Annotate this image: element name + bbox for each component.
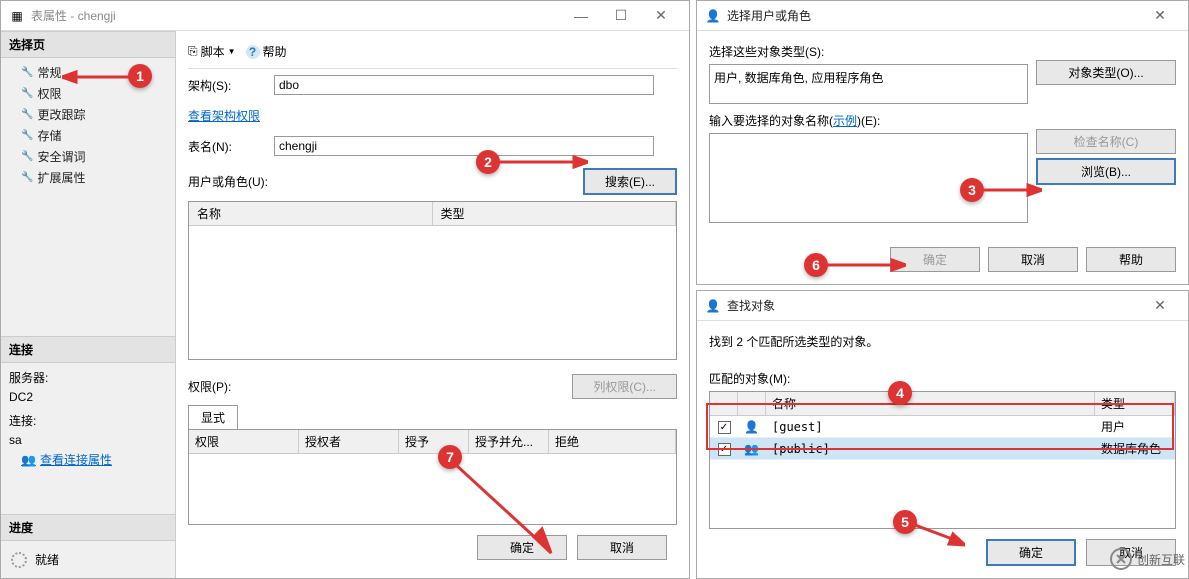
- wrench-icon: 🔧: [21, 88, 33, 99]
- sidebar: 选择页 🔧常规 🔧权限 🔧更改跟踪 🔧存储 🔧安全谓词 🔧扩展属性 连接 服务器…: [1, 31, 176, 578]
- object-type-button[interactable]: 对象类型(O)...: [1036, 60, 1176, 85]
- script-dropdown[interactable]: ⎘ 脚本 ▼: [188, 43, 236, 60]
- maximize-button[interactable]: ☐: [601, 2, 641, 30]
- ready-label: 就绪: [35, 551, 59, 568]
- logo-icon: [1109, 547, 1133, 571]
- connection-header: 连接: [1, 336, 175, 363]
- object-type-label: 选择这些对象类型(S):: [709, 43, 1176, 60]
- view-schema-permissions-link[interactable]: 查看架构权限: [188, 107, 260, 124]
- wrench-icon: 🔧: [21, 67, 33, 78]
- cancel-button[interactable]: 取消: [577, 535, 667, 560]
- progress-header: 进度: [1, 514, 175, 541]
- object-name-textarea[interactable]: [709, 133, 1028, 223]
- people-icon: 👥: [21, 453, 36, 467]
- table-icon: ▦: [9, 8, 25, 24]
- window-body: 选择页 🔧常规 🔧权限 🔧更改跟踪 🔧存储 🔧安全谓词 🔧扩展属性 连接 服务器…: [1, 31, 689, 578]
- schema-label: 架构(S):: [188, 77, 268, 94]
- sidebar-item-security-predicate[interactable]: 🔧安全谓词: [1, 146, 175, 167]
- window-title: 查找对象: [727, 297, 1140, 314]
- object-type-textarea: [709, 64, 1028, 104]
- col-deny: 拒绝: [549, 430, 676, 453]
- example-link[interactable]: 示例: [833, 114, 857, 128]
- titlebar: ▦ 表属性 - chengji — ☐ ✕: [1, 1, 689, 31]
- watermark-logo: 创新互联: [1109, 547, 1185, 571]
- sidebar-item-extended-props[interactable]: 🔧扩展属性: [1, 167, 175, 188]
- find-icon: 👤: [705, 298, 721, 314]
- window-title: 选择用户或角色: [727, 7, 1140, 24]
- sidebar-item-permissions[interactable]: 🔧权限: [1, 83, 175, 104]
- table-properties-window: ▦ 表属性 - chengji — ☐ ✕ 选择页 🔧常规 🔧权限 🔧更改跟踪 …: [0, 0, 690, 579]
- table-name-input[interactable]: [274, 136, 654, 156]
- schema-input[interactable]: [274, 75, 654, 95]
- cancel-button[interactable]: 取消: [988, 247, 1078, 272]
- col-name: 名称: [189, 202, 433, 225]
- col-grantor: 授权者: [299, 430, 399, 453]
- name-label: 输入要选择的对象名称(: [709, 114, 833, 128]
- table-name-label: 表名(N):: [188, 138, 268, 155]
- help-button[interactable]: 帮助: [1086, 247, 1176, 272]
- annotation-box: [706, 403, 1174, 450]
- select-user-role-window: 👤 选择用户或角色 ✕ 选择这些对象类型(S): 对象类型(O)... 输入要选…: [696, 0, 1189, 285]
- browse-button[interactable]: 浏览(B)...: [1036, 158, 1176, 185]
- help-button[interactable]: ? 帮助: [246, 43, 287, 60]
- close-button[interactable]: ✕: [1140, 292, 1180, 320]
- wrench-icon: 🔧: [21, 109, 33, 120]
- server-label: 服务器:: [1, 367, 175, 388]
- wrench-icon: 🔧: [21, 172, 33, 183]
- content-toolbar: ⎘ 脚本 ▼ ? 帮助: [188, 39, 677, 69]
- check-names-button: 检查名称(C): [1036, 129, 1176, 154]
- search-button[interactable]: 搜索(E)...: [583, 168, 677, 195]
- user-role-label: 用户或角色(U):: [188, 173, 268, 190]
- sidebar-item-general[interactable]: 🔧常规: [1, 62, 175, 83]
- column-permissions-button: 列权限(C)...: [572, 374, 677, 399]
- ok-button[interactable]: 确定: [477, 535, 567, 560]
- sidebar-item-change-tracking[interactable]: 🔧更改跟踪: [1, 104, 175, 125]
- found-text: 找到 2 个匹配所选类型的对象。: [709, 333, 1176, 350]
- content-area: ⎘ 脚本 ▼ ? 帮助 架构(S): 查看架构权限 表名(N):: [176, 31, 689, 578]
- select-page-header: 选择页: [1, 31, 175, 58]
- spinner-icon: [11, 552, 27, 568]
- wrench-icon: 🔧: [21, 130, 33, 141]
- user-role-grid[interactable]: 名称 类型: [188, 201, 677, 360]
- tab-explicit[interactable]: 显式: [188, 405, 238, 429]
- match-label: 匹配的对象(M):: [709, 370, 1176, 387]
- window-controls: — ☐ ✕: [561, 2, 681, 30]
- connection-label: 连接:: [1, 410, 175, 431]
- script-icon: ⎘: [188, 44, 198, 59]
- chevron-down-icon: ▼: [228, 47, 236, 56]
- window-title: 表属性 - chengji: [31, 7, 561, 24]
- ok-button[interactable]: 确定: [986, 539, 1076, 566]
- server-value: DC2: [1, 388, 175, 406]
- help-icon: ?: [246, 45, 260, 59]
- ok-button[interactable]: 确定: [890, 247, 980, 272]
- user-role-icon: 👤: [705, 8, 721, 24]
- close-button[interactable]: ✕: [641, 2, 681, 30]
- connection-value: sa: [1, 431, 175, 449]
- view-connection-link[interactable]: 👥查看连接属性: [1, 449, 175, 470]
- col-grant: 授予: [399, 430, 469, 453]
- col-permission: 权限: [189, 430, 299, 453]
- sidebar-item-storage[interactable]: 🔧存储: [1, 125, 175, 146]
- col-with-grant: 授予并允...: [469, 430, 549, 453]
- permissions-label: 权限(P):: [188, 378, 231, 395]
- close-button[interactable]: ✕: [1140, 2, 1180, 30]
- permissions-grid[interactable]: 权限 授权者 授予 授予并允... 拒绝: [188, 429, 677, 525]
- col-type: 类型: [433, 202, 677, 225]
- titlebar: 👤 查找对象 ✕: [697, 291, 1188, 321]
- minimize-button[interactable]: —: [561, 2, 601, 30]
- wrench-icon: 🔧: [21, 151, 33, 162]
- titlebar: 👤 选择用户或角色 ✕: [697, 1, 1188, 31]
